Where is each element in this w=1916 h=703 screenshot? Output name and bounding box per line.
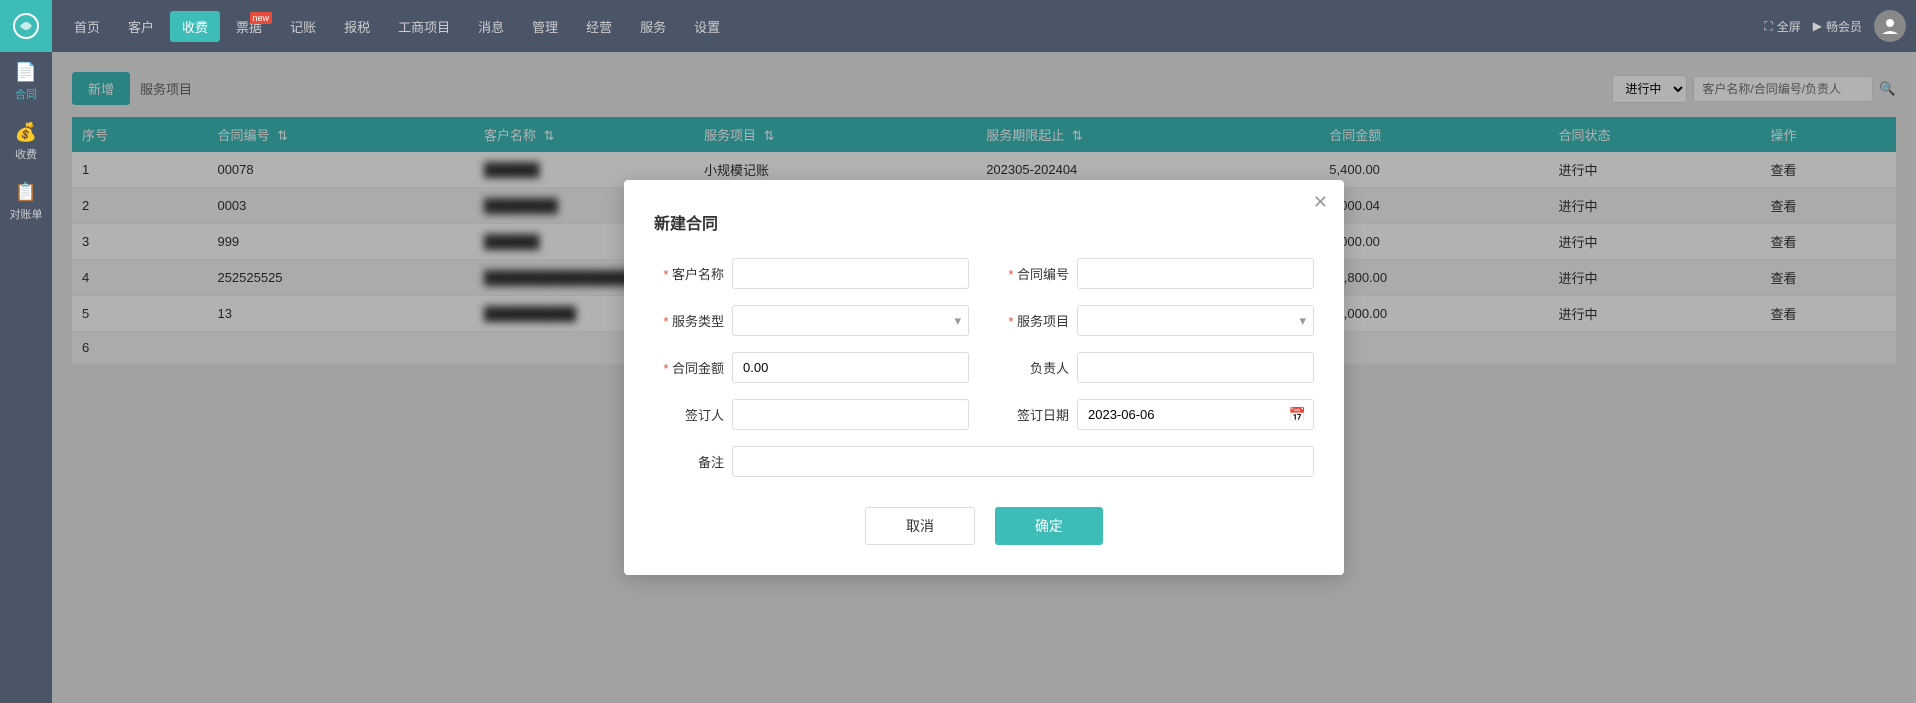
topnav-right: ⛶ 全屏 ▶ 畅会员 [1764,10,1906,42]
logo [0,0,52,52]
cancel-button[interactable]: 取消 [865,507,975,545]
nav-accounts[interactable]: 记账 [278,11,328,42]
contract-icon: 📄 [15,62,37,83]
nav-settings[interactable]: 设置 [682,11,732,42]
client-name-input[interactable] [732,258,969,289]
sidebar-item-contract-label: 合同 [15,86,37,102]
form-row-service-type: 服务类型 [654,305,969,336]
new-badge: new [250,12,273,24]
form-row-remark: 备注 [654,446,1314,477]
nav-home[interactable]: 首页 [62,11,112,42]
collection-icon: 💰 [15,122,37,143]
form-row-signer: 签订人 [654,399,969,430]
remark-label: 备注 [654,452,724,471]
sign-date-input[interactable]: 2023-06-06 [1077,399,1314,430]
member-label: 畅会员 [1826,18,1862,35]
signer-input[interactable] [732,399,969,430]
amount-label: 合同金额 [654,358,724,377]
fullscreen-icon: ⛶ [1764,19,1772,34]
nav-ticket[interactable]: 票据 new [224,11,274,42]
nav-client[interactable]: 客户 [116,11,166,42]
sign-date-wrap: 2023-06-06 📅 [1077,399,1314,430]
sidebar-item-reconciliation-label: 对账单 [10,206,43,222]
sidebar-item-contract[interactable]: 📄 合同 [0,52,52,112]
form-row-client-name: 客户名称 [654,258,969,289]
topnav: 首页 客户 收费 票据 new 记账 报税 工商项目 消息 管理 经营 服务 设… [52,0,1916,52]
service-item-select-wrap [1077,305,1314,336]
member-button[interactable]: ▶ 畅会员 [1813,18,1862,35]
form-grid: 客户名称 合同编号 服务类型 服务项目 [654,258,1314,477]
nav-operation[interactable]: 经营 [574,11,624,42]
form-row-amount: 合同金额 0.00 [654,352,969,383]
modal-close-button[interactable]: ✕ [1313,192,1328,213]
form-row-contract-no: 合同编号 [999,258,1314,289]
nav-business[interactable]: 工商项目 [386,11,462,42]
contract-no-label: 合同编号 [999,264,1069,283]
nav-message[interactable]: 消息 [466,11,516,42]
fullscreen-button[interactable]: ⛶ 全屏 [1764,18,1800,35]
modal-footer: 取消 确定 [654,507,1314,545]
amount-input[interactable]: 0.00 [732,352,969,383]
sidebar-item-collection[interactable]: 💰 收费 [0,112,52,172]
service-item-select[interactable] [1077,305,1314,336]
form-row-sign-date: 签订日期 2023-06-06 📅 [999,399,1314,430]
signer-label: 签订人 [654,405,724,424]
sidebar-item-collection-label: 收费 [15,146,37,162]
service-item-label: 服务项目 [999,311,1069,330]
sidebar: 📄 合同 💰 收费 📋 对账单 [0,0,52,703]
confirm-button[interactable]: 确定 [995,507,1103,545]
fullscreen-label: 全屏 [1777,18,1801,35]
service-type-select[interactable] [732,305,969,336]
nav-service[interactable]: 服务 [628,11,678,42]
reconciliation-icon: 📋 [15,182,37,203]
responsible-input[interactable] [1077,352,1314,383]
video-icon: ▶ [1813,19,1822,33]
contract-no-input[interactable] [1077,258,1314,289]
modal-title: 新建合同 [654,210,1314,234]
responsible-label: 负责人 [999,358,1069,377]
form-row-responsible: 负责人 [999,352,1314,383]
service-type-select-wrap [732,305,969,336]
client-name-label: 客户名称 [654,264,724,283]
form-row-service-item: 服务项目 [999,305,1314,336]
nav-tax[interactable]: 报税 [332,11,382,42]
nav-invoice[interactable]: 收费 [170,11,220,42]
sidebar-item-reconciliation[interactable]: 📋 对账单 [0,172,52,232]
remark-input[interactable] [732,446,1314,477]
avatar[interactable] [1874,10,1906,42]
sign-date-label: 签订日期 [999,405,1069,424]
content-area: 新增 服务项目 进行中 已终止 全部 🔍 序号 合同编号 ⇅ [52,52,1916,703]
modal-overlay: 新建合同 ✕ 客户名称 合同编号 服务类型 [52,52,1916,703]
nav-manage[interactable]: 管理 [520,11,570,42]
modal-new-contract: 新建合同 ✕ 客户名称 合同编号 服务类型 [624,180,1344,575]
service-type-label: 服务类型 [654,311,724,330]
main-area: 首页 客户 收费 票据 new 记账 报税 工商项目 消息 管理 经营 服务 设… [52,0,1916,703]
